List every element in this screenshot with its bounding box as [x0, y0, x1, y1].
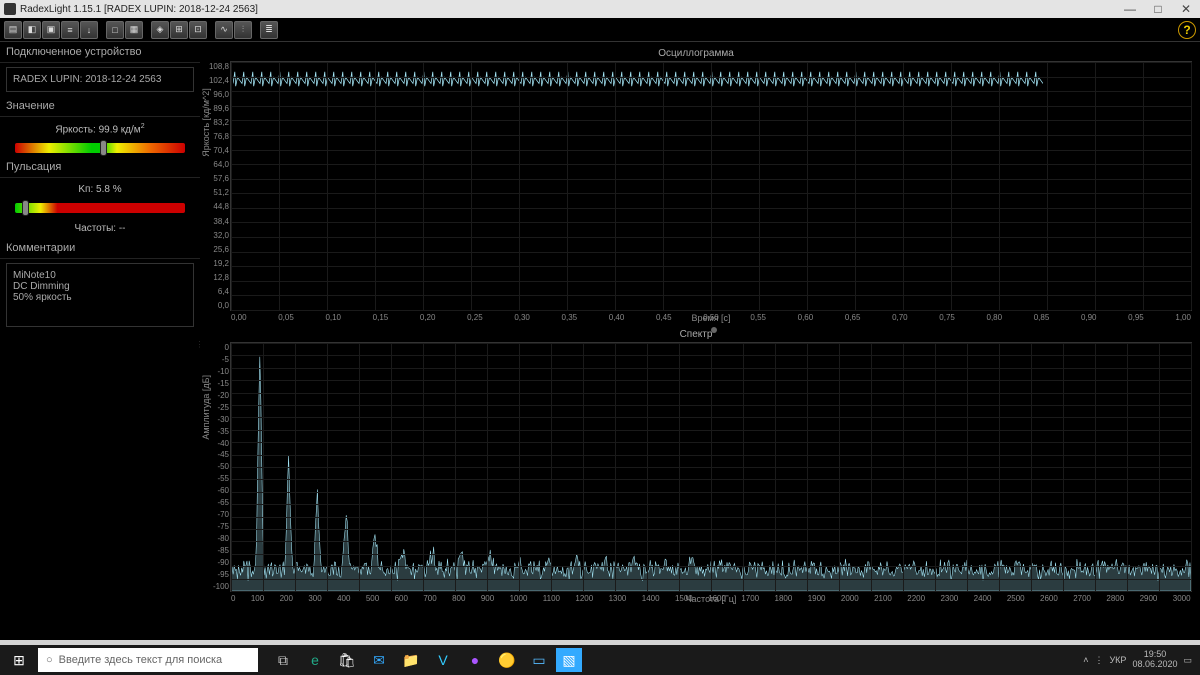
toolbar-btn-2[interactable]: ◧ [23, 21, 41, 39]
sidebar: Подключенное устройство RADEX LUPIN: 201… [0, 42, 200, 640]
app-icon [4, 3, 16, 15]
mail-icon[interactable]: ✉ [364, 645, 394, 675]
brightness-value: Яркость: 99.9 кд/м2 [0, 117, 200, 139]
taskbar-apps: ⧉ e 🛍 ✉ 📁 V ● 🟡 ▭ ▧ [268, 645, 582, 675]
toolbar-btn-3[interactable]: ▣ [42, 21, 60, 39]
main-area: Осциллограмма Яркость [кд/м^2] 108,8102,… [200, 42, 1200, 640]
comments-box[interactable]: MiNote10 DC Dimming 50% яркость [6, 263, 194, 327]
device-section-header: Подключенное устройство [0, 42, 200, 63]
search-placeholder: Введите здесь текст для поиска [59, 654, 223, 666]
comments-section-header: Комментарии [0, 238, 200, 259]
comment-line: MiNote10 [13, 270, 187, 281]
kp-value: Kп: 5.8 % [0, 178, 200, 199]
window-title: RadexLight 1.15.1 [RADEX LUPIN: 2018-12-… [20, 4, 258, 15]
value-section-header: Значение [0, 96, 200, 117]
toolbar-btn-8[interactable]: ◈ [151, 21, 169, 39]
taskbar-search[interactable]: ○ Введите здесь текст для поиска [38, 648, 258, 672]
store-icon[interactable]: 🛍 [332, 645, 362, 675]
toolbar-btn-12[interactable]: ⫶ [234, 21, 252, 39]
oscillogram-title: Осциллограмма [200, 48, 1192, 59]
toolbar-btn-6[interactable]: □ [106, 21, 124, 39]
explorer-icon[interactable]: 📁 [396, 645, 426, 675]
edge-icon[interactable]: e [300, 645, 330, 675]
spectrum-title: Спектр [200, 329, 1192, 340]
toolbar-btn-7[interactable]: ▦ [125, 21, 143, 39]
toolbar: ▤ ◧ ▣ ≡ ↓ □ ▦ ◈ ⊞ ⊡ ∿ ⫶ ≣ ? [0, 18, 1200, 42]
start-button[interactable]: ⊞ [0, 645, 38, 675]
spectrum-plot[interactable]: 0-5-10-15-20-25-30-35-40-45-50-55-60-65-… [230, 342, 1192, 592]
wifi-icon[interactable]: ⋮ [1094, 655, 1103, 666]
time-slider-handle[interactable] [711, 327, 717, 333]
toolbar-btn-5[interactable]: ↓ [80, 21, 98, 39]
device-name: RADEX LUPIN: 2018-12-24 2563 [6, 67, 194, 92]
minimize-button[interactable]: — [1116, 0, 1144, 18]
toolbar-btn-11[interactable]: ∿ [215, 21, 233, 39]
app-icon-v[interactable]: V [428, 645, 458, 675]
oscillogram-plot[interactable]: 108,8102,496,089,683,276,870,464,057,651… [230, 61, 1192, 311]
comment-line: DC Dimming [13, 281, 187, 292]
lang-indicator[interactable]: УКР [1109, 655, 1126, 665]
titlebar[interactable]: RadexLight 1.15.1 [RADEX LUPIN: 2018-12-… [0, 0, 1200, 18]
pulsation-gauge [15, 203, 185, 213]
toolbar-btn-1[interactable]: ▤ [4, 21, 22, 39]
help-button[interactable]: ? [1178, 21, 1196, 39]
task-view-icon[interactable]: ⧉ [268, 645, 298, 675]
viber-icon[interactable]: ● [460, 645, 490, 675]
comment-line: 50% яркость [13, 292, 187, 303]
toolbar-btn-10[interactable]: ⊡ [189, 21, 207, 39]
toolbar-btn-4[interactable]: ≡ [61, 21, 79, 39]
frequency-value: Частоты: -- [0, 217, 200, 238]
close-button[interactable]: ✕ [1172, 0, 1200, 18]
notifications-icon[interactable]: ▭ [1183, 655, 1192, 666]
maximize-button[interactable]: □ [1144, 0, 1172, 18]
toolbar-btn-9[interactable]: ⊞ [170, 21, 188, 39]
clock[interactable]: 19:50 08.06.2020 [1132, 650, 1177, 670]
app-icon-blue[interactable]: ▭ [524, 645, 554, 675]
toolbar-btn-13[interactable]: ≣ [260, 21, 278, 39]
system-tray[interactable]: ˄ ⋮ УКР 19:50 08.06.2020 ▭ [1083, 650, 1200, 670]
radexlight-task-icon[interactable]: ▧ [556, 648, 582, 672]
tray-chevron-icon[interactable]: ˄ [1083, 655, 1088, 665]
chrome-icon[interactable]: 🟡 [492, 645, 522, 675]
windows-taskbar[interactable]: ⊞ ○ Введите здесь текст для поиска ⧉ e 🛍… [0, 645, 1200, 675]
search-icon: ○ [46, 654, 53, 666]
brightness-gauge [15, 143, 185, 153]
pulsation-section-header: Пульсация [0, 157, 200, 178]
